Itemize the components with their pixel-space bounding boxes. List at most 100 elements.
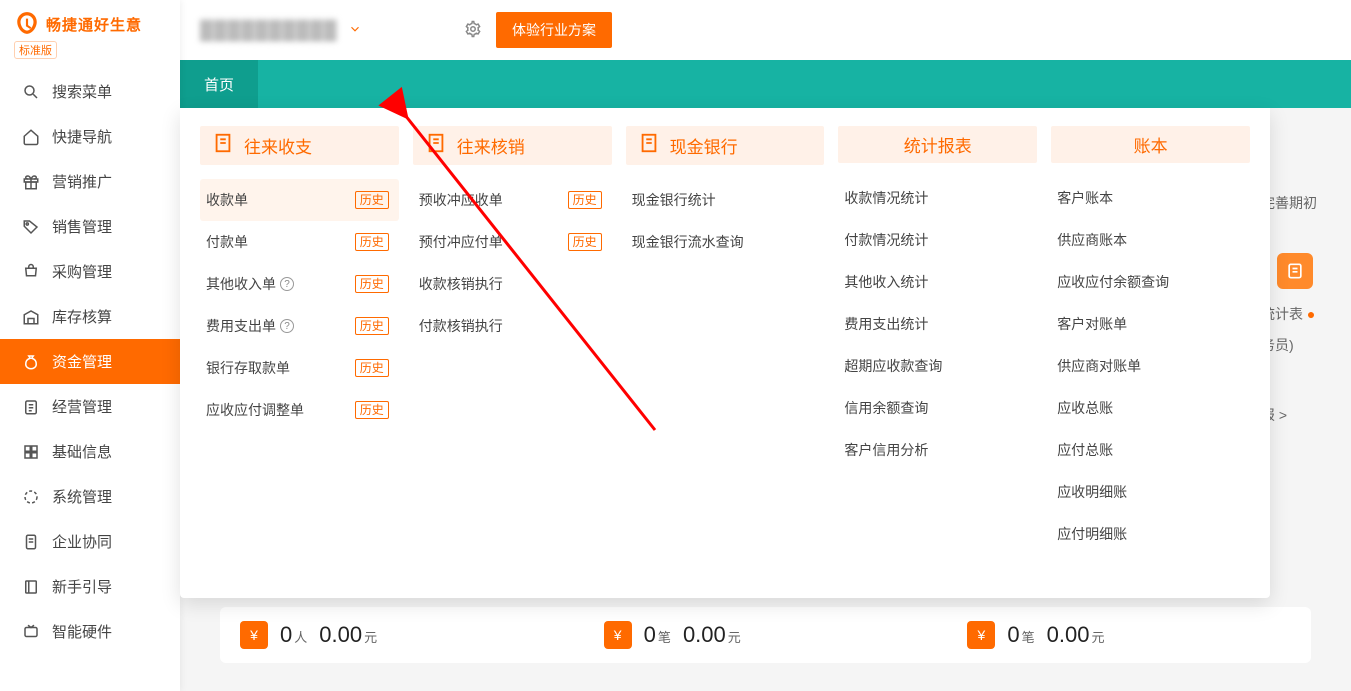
menu-item-customer-credit[interactable]: 客户信用分析 (838, 429, 1037, 471)
sidebar-item-sales[interactable]: 销售管理 (0, 204, 180, 249)
brand-logo-icon (14, 10, 40, 39)
sidebar-item-base[interactable]: 基础信息 (0, 429, 180, 474)
menu-item-credit-balance[interactable]: 信用余额查询 (838, 387, 1037, 429)
sidebar-item-marketing[interactable]: 营销推广 (0, 159, 180, 204)
menu-item-ar-detail[interactable]: 应收明细账 (1051, 471, 1250, 513)
menu-item-overdue-ar[interactable]: 超期应收款查询 (838, 345, 1037, 387)
mega-col-header: 统计报表 (838, 126, 1037, 163)
sidebar-item-search[interactable]: 搜索菜单 (0, 69, 180, 114)
history-badge[interactable]: 历史 (355, 401, 389, 419)
sidebar-item-label: 资金管理 (52, 351, 112, 372)
sidebar-item-hardware[interactable]: 智能硬件 (0, 609, 180, 654)
sidebar-item-inventory[interactable]: 库存核算 (0, 294, 180, 339)
sidebar-item-purchase[interactable]: 采购管理 (0, 249, 180, 294)
gift-icon (22, 173, 40, 191)
menu-item-expense[interactable]: 费用支出单?历史 (200, 305, 399, 347)
sidebar-item-label: 新手引导 (52, 576, 112, 597)
search-icon (22, 83, 40, 101)
main: ██████████ 体验行业方案 首页 往来收支 收款单历史 (180, 0, 1351, 691)
menu-item-expense-stat[interactable]: 费用支出统计 (838, 303, 1037, 345)
brand-title: 畅捷通好生意 (46, 14, 142, 35)
menu-item-receipt[interactable]: 收款单历史 (200, 179, 399, 221)
mega-col-ledger: 账本 客户账本 供应商账本 应收应付余额查询 客户对账单 供应商对账单 应收总账… (1051, 126, 1250, 580)
report-icon (1277, 253, 1313, 289)
sidebar-item-system[interactable]: 系统管理 (0, 474, 180, 519)
history-badge[interactable]: 历史 (568, 233, 602, 251)
loading-icon (22, 488, 40, 506)
history-badge[interactable]: 历史 (355, 191, 389, 209)
menu-item-prereceipt-offset[interactable]: 预收冲应收单历史 (413, 179, 612, 221)
mega-col-header: 现金银行 (626, 126, 825, 165)
sidebar-item-label: 系统管理 (52, 486, 112, 507)
receipt-icon (638, 132, 660, 159)
tv-icon (22, 623, 40, 641)
menu-item-supplier-statement[interactable]: 供应商对账单 (1051, 345, 1250, 387)
warehouse-icon (22, 308, 40, 326)
chevron-down-icon (348, 22, 362, 39)
mega-col-header: 账本 (1051, 126, 1250, 163)
menu-item-supplier-ledger[interactable]: 供应商账本 (1051, 219, 1250, 261)
doc-icon (22, 533, 40, 551)
menu-item-customer-ledger[interactable]: 客户账本 (1051, 177, 1250, 219)
menu-item-arap-balance[interactable]: 应收应付余额查询 (1051, 261, 1250, 303)
sidebar-item-funds[interactable]: 资金管理 (0, 339, 180, 384)
tab-home[interactable]: 首页 (180, 60, 258, 108)
history-badge[interactable]: 历史 (568, 191, 602, 209)
org-selector[interactable]: ██████████ (200, 20, 450, 41)
gear-icon[interactable] (464, 20, 482, 41)
history-badge[interactable]: 历史 (355, 233, 389, 251)
bottom-stats: ¥ 0人 0.00元 ¥ 0笔 0.00元 ¥ 0笔 0.00元 (220, 607, 1311, 663)
help-icon[interactable]: ? (280, 319, 294, 333)
money-bag-icon (22, 353, 40, 371)
menu-item-cashbank-stat[interactable]: 现金银行统计 (626, 179, 825, 221)
menu-item-receipt-writeoff-exec[interactable]: 收款核销执行 (413, 263, 612, 305)
sidebar-item-label: 库存核算 (52, 306, 112, 327)
brand-edition: 标准版 (14, 41, 57, 59)
sidebar-nav: 搜索菜单 快捷导航 营销推广 销售管理 采购管理 库存核算 (0, 63, 180, 691)
sidebar-item-label: 智能硬件 (52, 621, 112, 642)
menu-item-other-income[interactable]: 其他收入单?历史 (200, 263, 399, 305)
sidebar-item-label: 基础信息 (52, 441, 112, 462)
yuan-icon: ¥ (240, 621, 268, 649)
tab-strip: 首页 (180, 60, 1351, 108)
history-badge[interactable]: 历史 (355, 317, 389, 335)
content-area: 往来收支 收款单历史 付款单历史 其他收入单?历史 费用支出单?历史 银行存取款… (180, 108, 1351, 691)
brand-block: 畅捷通好生意 标准版 (0, 0, 180, 63)
menu-item-ap-detail[interactable]: 应付明细账 (1051, 513, 1250, 555)
trial-industry-button[interactable]: 体验行业方案 (496, 12, 612, 48)
history-badge[interactable]: 历史 (355, 359, 389, 377)
menu-item-ar-general[interactable]: 应收总账 (1051, 387, 1250, 429)
sidebar-item-quicknav[interactable]: 快捷导航 (0, 114, 180, 159)
menu-item-prepay-offset[interactable]: 预付冲应付单历史 (413, 221, 612, 263)
menu-item-payment-stat[interactable]: 付款情况统计 (838, 219, 1037, 261)
cart-icon (22, 263, 40, 281)
funds-mega-menu: 往来收支 收款单历史 付款单历史 其他收入单?历史 费用支出单?历史 银行存取款… (180, 108, 1270, 598)
menu-item-customer-statement[interactable]: 客户对账单 (1051, 303, 1250, 345)
mega-col-receivables: 往来收支 收款单历史 付款单历史 其他收入单?历史 费用支出单?历史 银行存取款… (200, 126, 399, 580)
org-name-redacted: ██████████ (200, 20, 338, 41)
menu-item-payment[interactable]: 付款单历史 (200, 221, 399, 263)
sidebar-item-guide[interactable]: 新手引导 (0, 564, 180, 609)
grid-icon (22, 443, 40, 461)
sidebar: 畅捷通好生意 标准版 搜索菜单 快捷导航 营销推广 销售管理 (0, 0, 180, 691)
sidebar-item-ops[interactable]: 经营管理 (0, 384, 180, 429)
menu-item-ar-ap-adjust[interactable]: 应收应付调整单历史 (200, 389, 399, 431)
mega-col-reports: 统计报表 收款情况统计 付款情况统计 其他收入统计 费用支出统计 超期应收款查询… (838, 126, 1037, 580)
stat-card: ¥ 0笔 0.00元 (604, 621, 928, 649)
receipt-icon (212, 132, 234, 159)
menu-item-receipt-stat[interactable]: 收款情况统计 (838, 177, 1037, 219)
sidebar-item-label: 经营管理 (52, 396, 112, 417)
stat-card: ¥ 0笔 0.00元 (967, 621, 1291, 649)
history-badge[interactable]: 历史 (355, 275, 389, 293)
sidebar-item-collab[interactable]: 企业协同 (0, 519, 180, 564)
menu-item-payment-writeoff-exec[interactable]: 付款核销执行 (413, 305, 612, 347)
menu-item-bank-deposit[interactable]: 银行存取款单历史 (200, 347, 399, 389)
menu-item-cashbank-flow[interactable]: 现金银行流水查询 (626, 221, 825, 263)
topbar: ██████████ 体验行业方案 (180, 0, 1351, 60)
mega-col-writeoff: 往来核销 预收冲应收单历史 预付冲应付单历史 收款核销执行 付款核销执行 (413, 126, 612, 580)
background-peek: 完善期初 统计表 ● 务员) 报 > (1261, 108, 1351, 431)
menu-item-other-income-stat[interactable]: 其他收入统计 (838, 261, 1037, 303)
badge-dot-icon: ● (1307, 306, 1315, 322)
help-icon[interactable]: ? (280, 277, 294, 291)
menu-item-ap-general[interactable]: 应付总账 (1051, 429, 1250, 471)
